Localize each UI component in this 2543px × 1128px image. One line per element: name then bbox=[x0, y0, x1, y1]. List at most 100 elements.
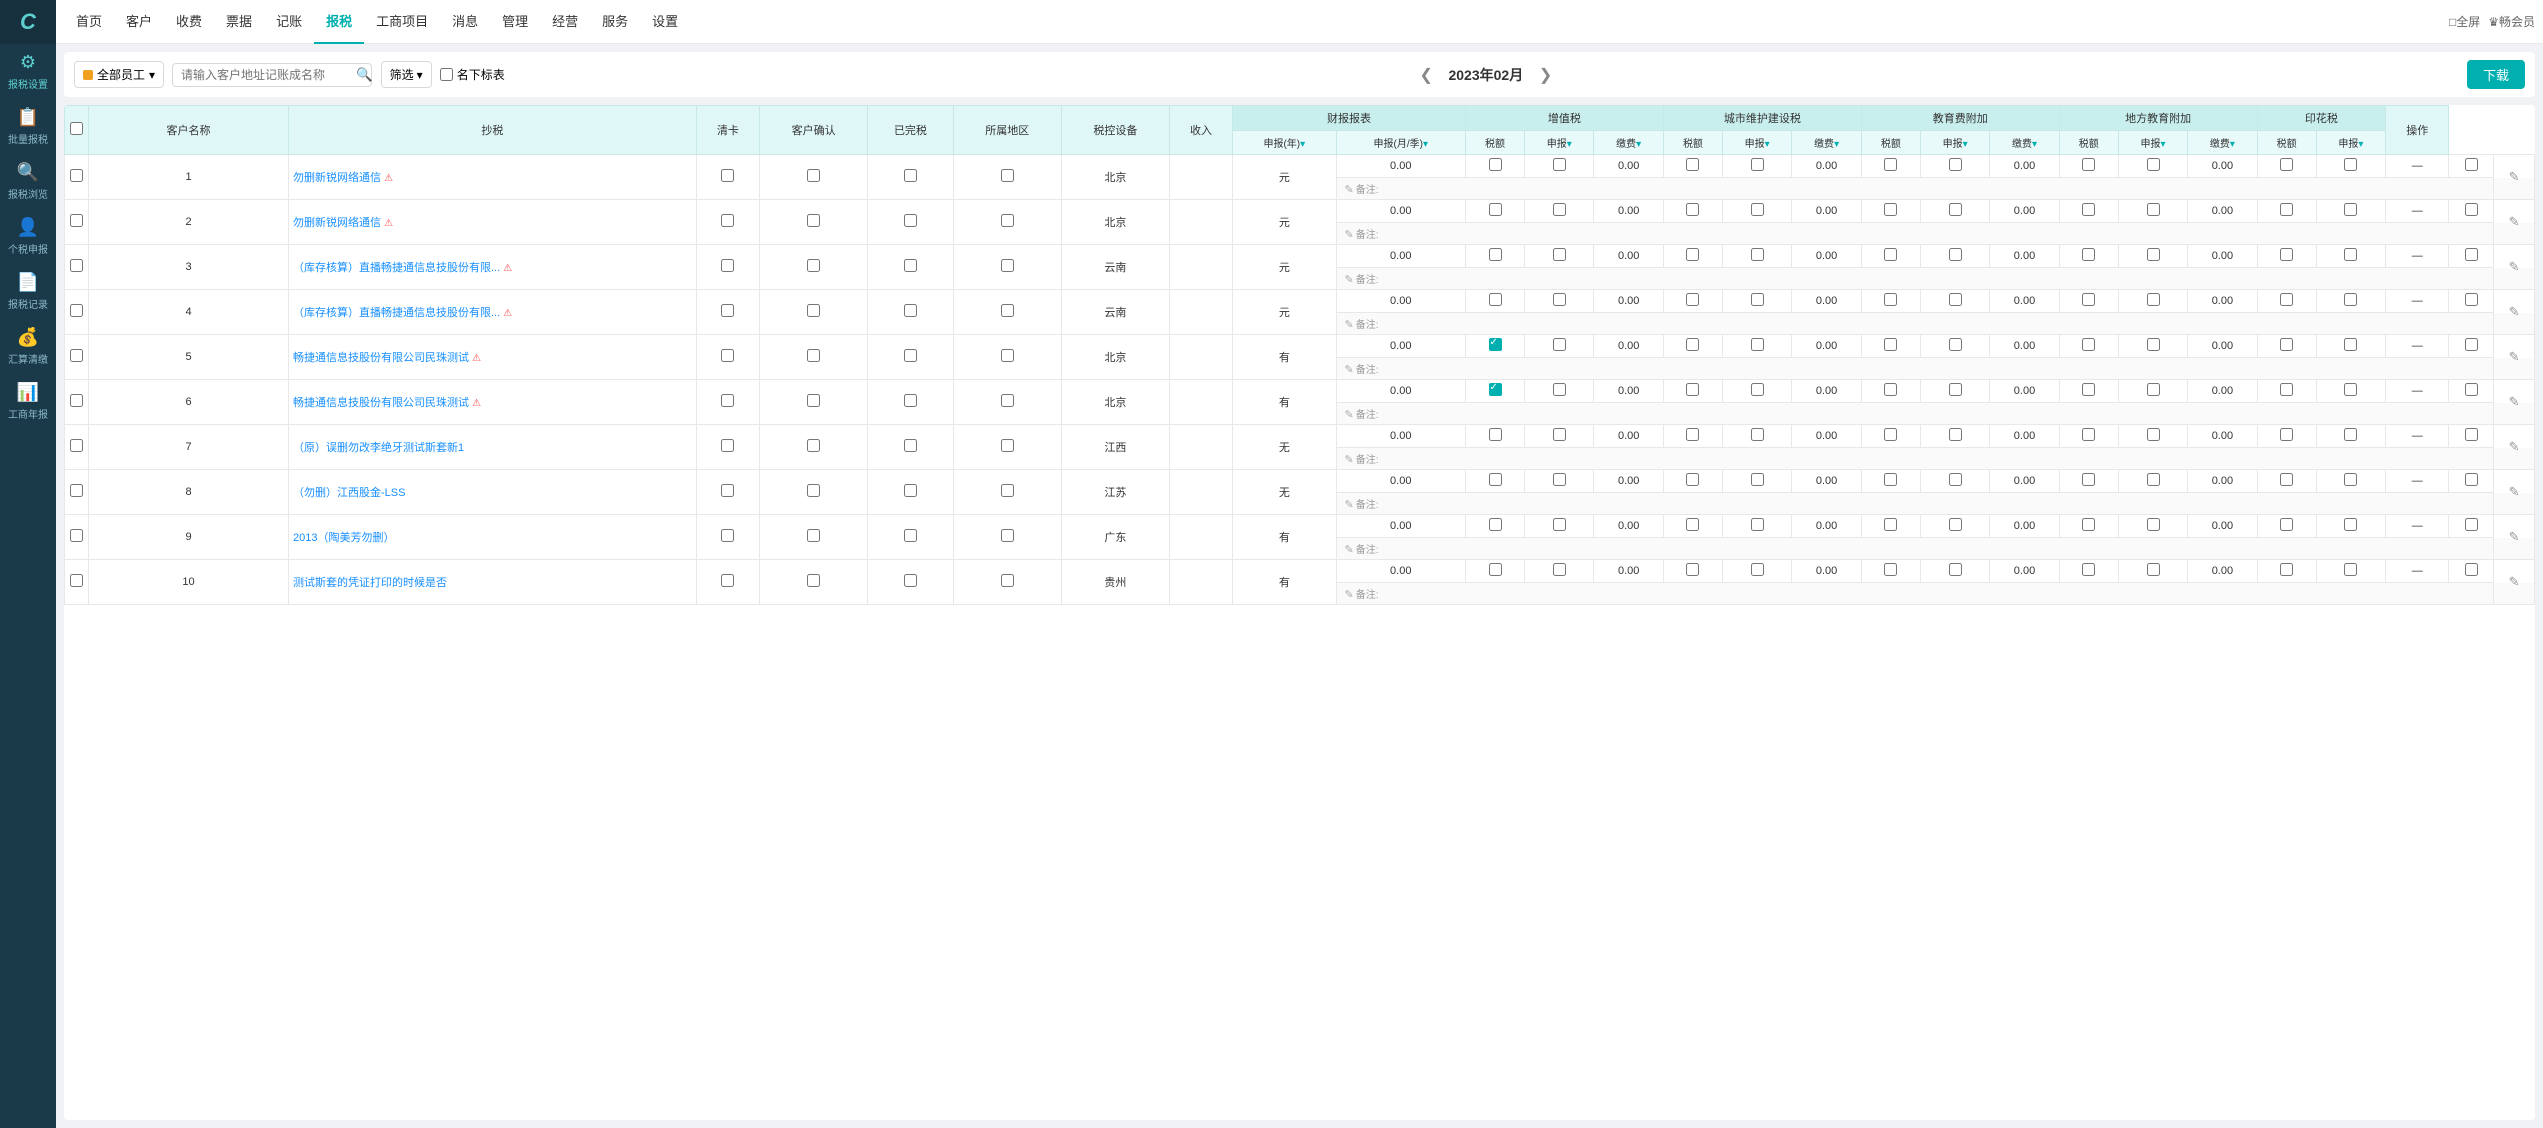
df-pay-cb[interactable] bbox=[2344, 158, 2357, 171]
jy-pay-cb[interactable] bbox=[2147, 293, 2160, 306]
df-pay-cb[interactable] bbox=[2344, 203, 2357, 216]
caibao-month-cb[interactable] bbox=[1553, 518, 1566, 531]
cs-apply-cb[interactable] bbox=[1884, 158, 1897, 171]
zz-pay-cb[interactable] bbox=[1751, 158, 1764, 171]
client-name[interactable]: 勿删新锐网络通信 bbox=[293, 217, 381, 229]
nav-jizhang[interactable]: 记账 bbox=[264, 0, 314, 44]
jy-apply-cb[interactable] bbox=[2082, 518, 2095, 531]
zz-pay-cb[interactable] bbox=[1751, 293, 1764, 306]
caibao-month-cb[interactable] bbox=[1553, 428, 1566, 441]
caibao-month-cb[interactable] bbox=[1553, 383, 1566, 396]
row-checkbox[interactable] bbox=[70, 349, 83, 362]
sidebar-item-geshuishenbao[interactable]: 👤 个税申报 bbox=[0, 209, 56, 264]
df-apply-cb[interactable] bbox=[2280, 473, 2293, 486]
df-pay-cb[interactable] bbox=[2344, 338, 2357, 351]
client-name[interactable]: （库存核算）直播畅捷通信息技股份有限... bbox=[293, 307, 500, 319]
row-cb-2[interactable] bbox=[904, 304, 917, 317]
nav-guanli[interactable]: 管理 bbox=[490, 0, 540, 44]
df-pay-cb[interactable] bbox=[2344, 293, 2357, 306]
row-cb-0[interactable] bbox=[721, 214, 734, 227]
jy-pay-cb[interactable] bbox=[2147, 518, 2160, 531]
row-cb-1[interactable] bbox=[807, 394, 820, 407]
client-name[interactable]: 畅捷通信息技股份有限公司民珠测试 bbox=[293, 352, 469, 364]
select-all-checkbox[interactable] bbox=[70, 122, 83, 135]
zz-pay-cb[interactable] bbox=[1751, 248, 1764, 261]
zz-apply-cb[interactable] bbox=[1686, 428, 1699, 441]
filter-button[interactable]: 筛选 ▾ bbox=[381, 61, 432, 88]
row-cb-3[interactable] bbox=[1001, 574, 1014, 587]
client-name[interactable]: （勿删）江西股金-LSS bbox=[293, 487, 405, 499]
jy-apply-cb[interactable] bbox=[2082, 428, 2095, 441]
sidebar-item-piliangsaobao[interactable]: 📋 批量报税 bbox=[0, 99, 56, 154]
cs-pay-cb[interactable] bbox=[1949, 563, 1962, 576]
row-cb-0[interactable] bbox=[721, 259, 734, 272]
df-apply-cb[interactable] bbox=[2280, 383, 2293, 396]
row-cb-2[interactable] bbox=[904, 574, 917, 587]
sidebar-item-baoshuiliulan[interactable]: 🔍 报税浏览 bbox=[0, 154, 56, 209]
nav-piaoju[interactable]: 票据 bbox=[214, 0, 264, 44]
jy-pay-cb[interactable] bbox=[2147, 158, 2160, 171]
yh-apply-cb[interactable] bbox=[2465, 293, 2478, 306]
cs-pay-cb[interactable] bbox=[1949, 293, 1962, 306]
caibao-year-cb[interactable] bbox=[1489, 428, 1502, 441]
row-cb-2[interactable] bbox=[904, 484, 917, 497]
client-name[interactable]: （库存核算）直播畅捷通信息技股份有限... bbox=[293, 262, 500, 274]
download-button[interactable]: 下载 bbox=[2467, 60, 2525, 89]
row-cb-3[interactable] bbox=[1001, 484, 1014, 497]
zz-apply-cb[interactable] bbox=[1686, 518, 1699, 531]
row-checkbox[interactable] bbox=[70, 304, 83, 317]
nav-fuwu[interactable]: 服务 bbox=[590, 0, 640, 44]
caibao-month-cb[interactable] bbox=[1553, 473, 1566, 486]
df-pay-cb[interactable] bbox=[2344, 248, 2357, 261]
zz-pay-cb[interactable] bbox=[1751, 203, 1764, 216]
caibao-year-cb[interactable] bbox=[1489, 248, 1502, 261]
jy-pay-cb[interactable] bbox=[2147, 383, 2160, 396]
zz-pay-cb[interactable] bbox=[1751, 563, 1764, 576]
df-apply-cb[interactable] bbox=[2280, 158, 2293, 171]
row-cb-0[interactable] bbox=[721, 394, 734, 407]
df-apply-cb[interactable] bbox=[2280, 563, 2293, 576]
cs-apply-cb[interactable] bbox=[1884, 248, 1897, 261]
row-checkbox[interactable] bbox=[70, 484, 83, 497]
row-cb-3[interactable] bbox=[1001, 214, 1014, 227]
cs-pay-cb[interactable] bbox=[1949, 383, 1962, 396]
row-cb-2[interactable] bbox=[904, 169, 917, 182]
fullscreen-btn[interactable]: □全屏 bbox=[2449, 13, 2480, 30]
row-checkbox[interactable] bbox=[70, 529, 83, 542]
row-cb-0[interactable] bbox=[721, 484, 734, 497]
nav-xiaoxi[interactable]: 消息 bbox=[440, 0, 490, 44]
jy-pay-cb[interactable] bbox=[2147, 563, 2160, 576]
sidebar-item-baoshuijilu[interactable]: 📄 报税记录 bbox=[0, 264, 56, 319]
cs-apply-cb[interactable] bbox=[1884, 518, 1897, 531]
zz-apply-cb[interactable] bbox=[1686, 203, 1699, 216]
row-cb-1[interactable] bbox=[807, 214, 820, 227]
sidebar-item-gongshangnianbao[interactable]: 📊 工商年报 bbox=[0, 374, 56, 429]
next-month-button[interactable]: ❯ bbox=[1539, 65, 1552, 85]
cs-apply-cb[interactable] bbox=[1884, 473, 1897, 486]
df-apply-cb[interactable] bbox=[2280, 518, 2293, 531]
jy-apply-cb[interactable] bbox=[2082, 563, 2095, 576]
edit-button[interactable]: ✎ bbox=[2509, 259, 2520, 274]
row-cb-0[interactable] bbox=[721, 169, 734, 182]
zz-apply-cb[interactable] bbox=[1686, 293, 1699, 306]
row-cb-1[interactable] bbox=[807, 259, 820, 272]
caibao-month-cb[interactable] bbox=[1553, 248, 1566, 261]
yh-apply-cb[interactable] bbox=[2465, 473, 2478, 486]
row-cb-1[interactable] bbox=[807, 169, 820, 182]
edit-button[interactable]: ✎ bbox=[2509, 439, 2520, 454]
caibao-month-cb[interactable] bbox=[1553, 293, 1566, 306]
row-checkbox[interactable] bbox=[70, 394, 83, 407]
zz-pay-cb[interactable] bbox=[1751, 473, 1764, 486]
nav-baoshui[interactable]: 报税 bbox=[314, 0, 364, 44]
df-apply-cb[interactable] bbox=[2280, 338, 2293, 351]
yh-apply-cb[interactable] bbox=[2465, 563, 2478, 576]
cs-pay-cb[interactable] bbox=[1949, 473, 1962, 486]
row-cb-3[interactable] bbox=[1001, 529, 1014, 542]
caibao-year-cb[interactable] bbox=[1489, 563, 1502, 576]
row-cb-3[interactable] bbox=[1001, 439, 1014, 452]
row-cb-1[interactable] bbox=[807, 484, 820, 497]
cs-apply-cb[interactable] bbox=[1884, 563, 1897, 576]
jy-pay-cb[interactable] bbox=[2147, 248, 2160, 261]
cs-pay-cb[interactable] bbox=[1949, 518, 1962, 531]
jy-apply-cb[interactable] bbox=[2082, 473, 2095, 486]
